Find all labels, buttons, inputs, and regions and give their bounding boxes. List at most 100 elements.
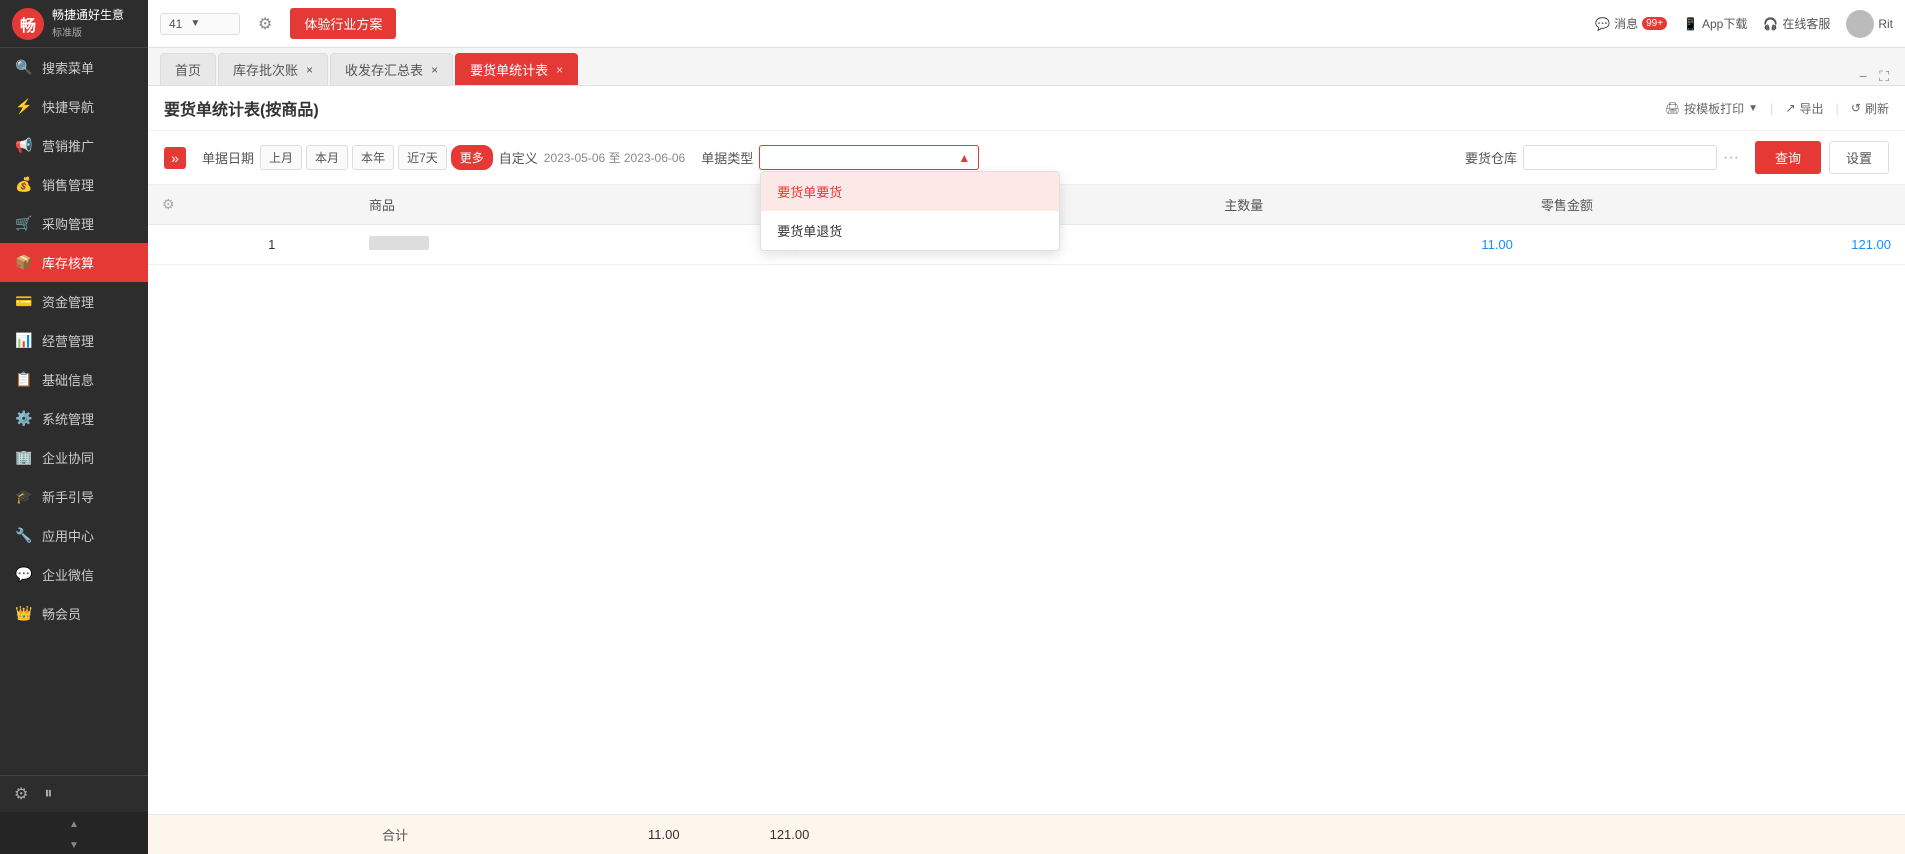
tab-inventory-batch-label: 库存批次账 (233, 60, 298, 79)
sidebar-item-system-label: 系统管理 (42, 409, 94, 428)
tab-order-summary-close[interactable]: × (556, 63, 563, 77)
td-seq: 1 (189, 225, 355, 265)
topbar-gear-icon[interactable]: ⚙ (258, 14, 272, 34)
sidebar-item-sales[interactable]: 💰 销售管理 (0, 165, 148, 204)
sidebar-item-search[interactable]: 🔍 搜索菜单 (0, 48, 148, 87)
chevron-down-icon: ▼ (190, 18, 200, 29)
td-settings-cell (148, 225, 189, 265)
sidebar-item-quicknav[interactable]: ⚡ 快捷导航 (0, 87, 148, 126)
sidebar-item-wechat[interactable]: 💬 企业微信 (0, 555, 148, 594)
tab-order-summary-label: 要货单统计表 (470, 60, 548, 79)
member-icon: 👑 (14, 605, 34, 622)
tab-inventory-batch-close[interactable]: × (306, 63, 313, 77)
date-filter-label: 单据日期 (202, 148, 254, 167)
print-template-btn[interactable]: 🖨 按模板打印 ▼ (1665, 100, 1758, 117)
tab-expand-area: − ⛶ (1855, 68, 1893, 85)
column-settings-icon[interactable]: ⚙ (162, 196, 175, 212)
type-select-arrow-icon: ▲ (958, 151, 970, 165)
sidebar-item-purchase-label: 采购管理 (42, 214, 94, 233)
user-name: Rit (1878, 17, 1893, 31)
tab-home-label: 首页 (175, 60, 201, 79)
date-range-display: 2023-05-06 至 2023-06-06 (544, 149, 685, 166)
online-service-item[interactable]: 🎧 在线客服 (1763, 15, 1830, 32)
warehouse-input[interactable] (1523, 145, 1717, 170)
date-btn-7days[interactable]: 近7天 (398, 145, 447, 170)
dropdown-option-return-label: 要货单退货 (777, 224, 842, 239)
sidebar-settings-icon[interactable]: ⚙ (14, 784, 28, 804)
sidebar-item-inventory-label: 库存核算 (42, 253, 94, 272)
sidebar-item-guide[interactable]: 🎓 新手引导 (0, 477, 148, 516)
custom-date-label: 自定义 (499, 148, 538, 167)
phone-icon: 📱 (1683, 17, 1698, 31)
sidebar-item-enterprise-label: 企业协同 (42, 448, 94, 467)
sidebar-item-inventory[interactable]: 📦 库存核算 (0, 243, 148, 282)
refresh-icon: ↺ (1851, 101, 1861, 115)
sidebar-item-member[interactable]: 👑 畅会员 (0, 594, 148, 633)
main-content: 41 ▼ ⚙ 体验行业方案 💬 消息 99+ 📱 App下载 🎧 在线客服 Ri… (148, 0, 1905, 854)
quantity-link[interactable]: 11.00 (1481, 237, 1513, 252)
tab-inventory-batch[interactable]: 库存批次账 × (218, 53, 328, 85)
logo-icon: 畅 (12, 8, 44, 40)
sidebar-item-marketing[interactable]: 📢 营销推广 (0, 126, 148, 165)
sidebar-scroll-down[interactable]: ▼ (0, 833, 148, 854)
export-btn[interactable]: ↗ 导出 (1785, 100, 1823, 117)
filter-more-icon[interactable]: ··· (1723, 149, 1739, 167)
amount-link[interactable]: 121.00 (1851, 237, 1891, 252)
sidebar-item-wechat-label: 企业微信 (42, 565, 94, 584)
message-icon: 💬 (1595, 17, 1610, 31)
sidebar-item-sales-label: 销售管理 (42, 175, 94, 194)
company-selector-value: 41 (169, 17, 182, 31)
sidebar-item-system[interactable]: ⚙️ 系统管理 (0, 399, 148, 438)
settings-button[interactable]: 设置 (1829, 141, 1889, 174)
dropdown-option-order[interactable]: 要货单要货 (761, 172, 1059, 211)
messages-item[interactable]: 💬 消息 99+ (1595, 15, 1667, 32)
dropdown-option-order-label: 要货单要货 (777, 185, 842, 200)
sidebar-item-member-label: 畅会员 (42, 604, 81, 623)
sidebar-item-apps[interactable]: 🔧 应用中心 (0, 516, 148, 555)
tab-minimize-icon[interactable]: − (1855, 68, 1871, 85)
company-selector[interactable]: 41 ▼ (160, 13, 240, 35)
basic-icon: 📋 (14, 371, 34, 388)
refresh-btn[interactable]: ↺ 刷新 (1851, 100, 1889, 117)
messages-badge: 99+ (1642, 17, 1667, 30)
sidebar-item-basic-label: 基础信息 (42, 370, 94, 389)
tabbar: 首页 库存批次账 × 收发存汇总表 × 要货单统计表 × − ⛶ (148, 48, 1905, 86)
sidebar-item-enterprise[interactable]: 🏢 企业协同 (0, 438, 148, 477)
date-btn-more[interactable]: 更多 (451, 145, 493, 170)
tab-collection-summary[interactable]: 收发存汇总表 × (330, 53, 453, 85)
filter-warehouse-group: 要货仓库 ··· (1465, 145, 1739, 170)
date-btn-this-year[interactable]: 本年 (352, 145, 394, 170)
table-container: ⚙ 商品 主计量单位 主数量 零售金额 1 (148, 185, 1905, 814)
warehouse-filter-label: 要货仓库 (1465, 148, 1517, 167)
apps-icon: 🔧 (14, 527, 34, 544)
tab-home[interactable]: 首页 (160, 53, 216, 85)
th-amount: 零售金额 (1527, 185, 1905, 225)
user-avatar-area[interactable]: Rit (1846, 10, 1893, 38)
tab-order-summary[interactable]: 要货单统计表 × (455, 53, 578, 85)
query-button[interactable]: 查询 (1755, 141, 1821, 174)
date-btn-last-month[interactable]: 上月 (260, 145, 302, 170)
trial-button[interactable]: 体验行业方案 (290, 8, 396, 39)
inventory-icon: 📦 (14, 254, 34, 271)
sidebar-item-search-label: 搜索菜单 (42, 58, 94, 77)
type-select[interactable]: ▲ 要货单要货 要货单退货 (759, 145, 979, 170)
app-download-item[interactable]: 📱 App下载 (1683, 15, 1747, 32)
dropdown-option-return[interactable]: 要货单退货 (761, 211, 1059, 250)
export-label: 导出 (1800, 100, 1824, 117)
footer-quantity: 11.00 (648, 827, 680, 842)
purchase-icon: 🛒 (14, 215, 34, 232)
filter-expand-btn[interactable]: » (164, 147, 186, 169)
sidebar-scroll-up[interactable]: ▲ (0, 812, 148, 833)
sidebar-item-operation[interactable]: 📊 经营管理 (0, 321, 148, 360)
marketing-icon: 📢 (14, 137, 34, 154)
sidebar-item-basic[interactable]: 📋 基础信息 (0, 360, 148, 399)
tab-collection-summary-close[interactable]: × (431, 63, 438, 77)
enterprise-icon: 🏢 (14, 449, 34, 466)
th-product: 商品 (355, 185, 771, 225)
tab-maximize-icon[interactable]: ⛶ (1875, 68, 1893, 85)
sidebar-collapse-icon[interactable]: ⏸ (44, 785, 52, 803)
sidebar-item-finance[interactable]: 💳 资金管理 (0, 282, 148, 321)
wechat-icon: 💬 (14, 566, 34, 583)
date-btn-this-month[interactable]: 本月 (306, 145, 348, 170)
sidebar-item-purchase[interactable]: 🛒 采购管理 (0, 204, 148, 243)
